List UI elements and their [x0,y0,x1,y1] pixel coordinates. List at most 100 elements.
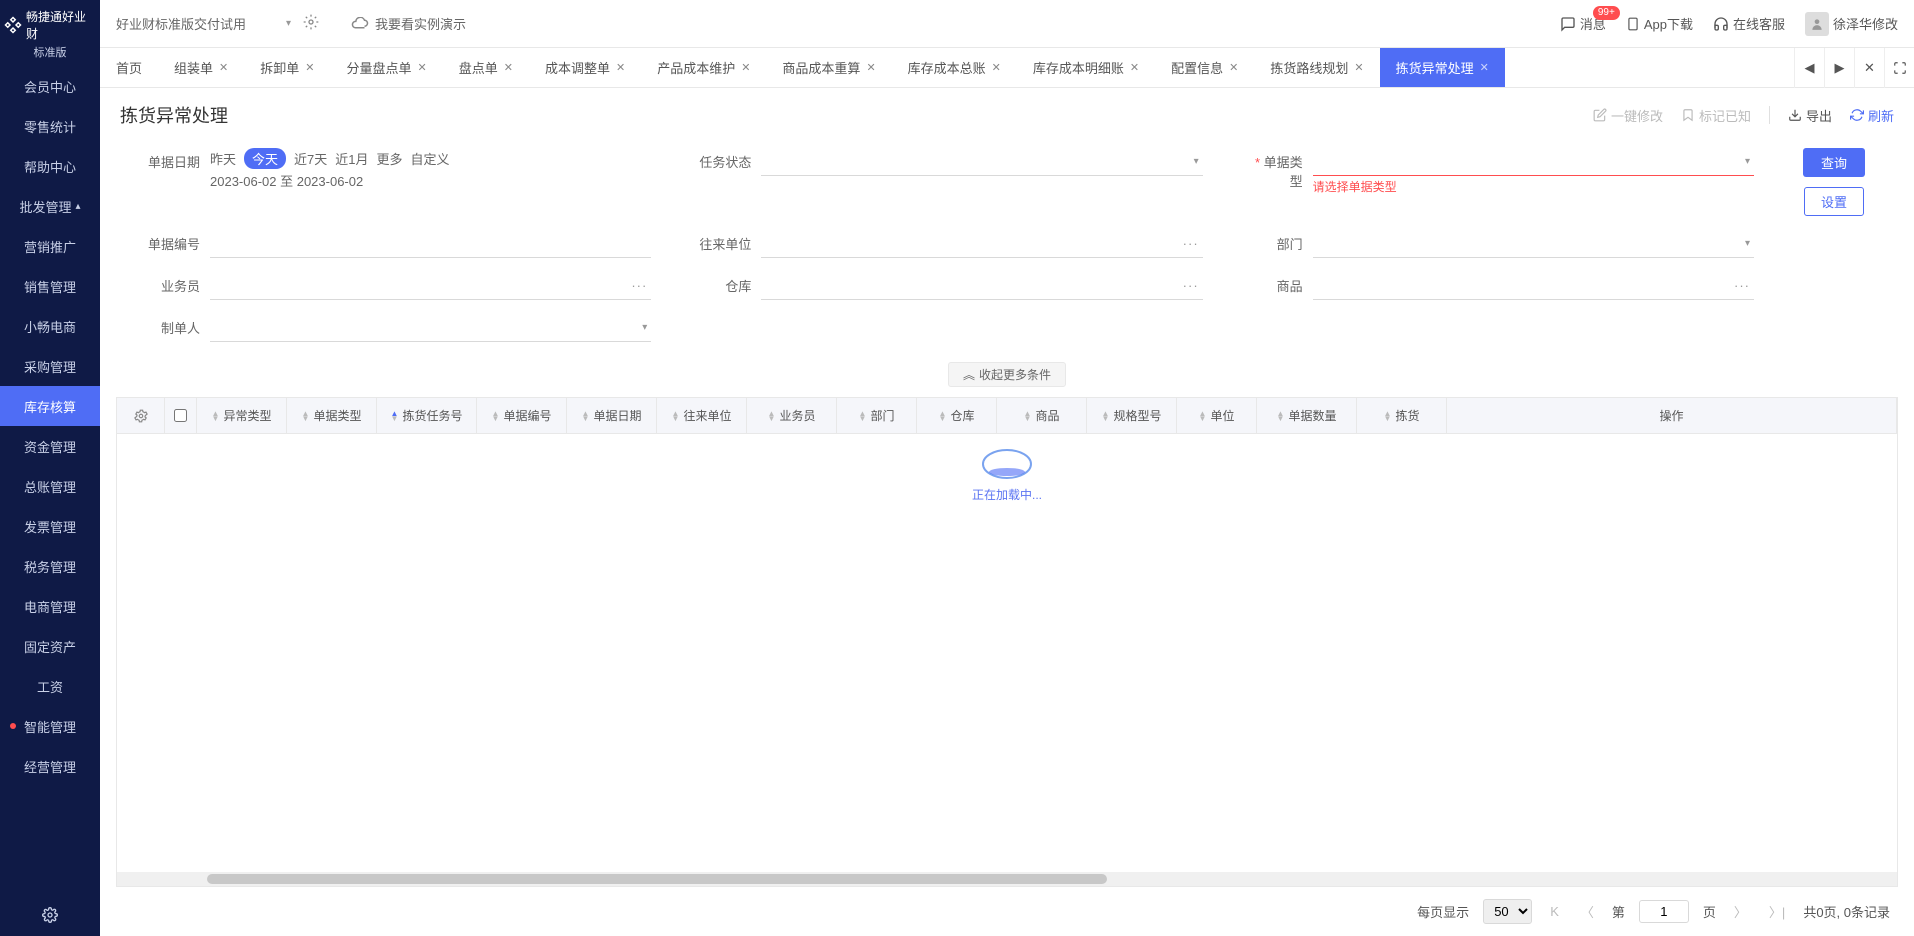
date-opt-3[interactable]: 近1月 [335,149,368,168]
settings-icon[interactable] [303,14,319,33]
select-all-checkbox[interactable] [174,409,187,422]
sidebar-item-8[interactable]: 库存核算 [0,386,100,426]
col-2[interactable]: ▲▼拣货任务号 [377,398,477,433]
sidebar-item-0[interactable]: 会员中心 [0,66,100,106]
page-prev[interactable]: 〈 [1577,902,1598,921]
page-input[interactable] [1639,900,1689,923]
task-status-select[interactable]: ▾ [761,148,1202,176]
refresh-button[interactable]: 刷新 [1850,106,1894,125]
doc-type-select[interactable]: ▾ [1313,148,1754,176]
col-5[interactable]: ▲▼往来单位 [657,398,747,433]
date-opt-5[interactable]: 自定义 [411,149,450,168]
close-icon[interactable]: ✕ [1354,61,1363,74]
sidebar-item-16[interactable]: 智能管理 [0,706,100,746]
sidebar-item-10[interactable]: 总账管理 [0,466,100,506]
sidebar-item-6[interactable]: 小畅电商 [0,306,100,346]
close-icon[interactable]: ✕ [504,61,513,74]
col-11[interactable]: ▲▼单位 [1177,398,1257,433]
creator-select[interactable]: ▾ [210,314,651,342]
close-icon[interactable]: ✕ [992,61,1001,74]
salesman-select[interactable]: ··· [210,272,651,300]
sidebar-item-14[interactable]: 固定资产 [0,626,100,666]
doc-no-input[interactable] [210,230,651,258]
tab-2[interactable]: 拆卸单✕ [244,48,330,87]
col-10[interactable]: ▲▼规格型号 [1087,398,1177,433]
sidebar-item-7[interactable]: 采购管理 [0,346,100,386]
warehouse-select[interactable]: ··· [761,272,1202,300]
tabs-close-all[interactable]: ✕ [1854,48,1884,88]
page-next[interactable]: 〉 [1730,902,1751,921]
page-first[interactable]: K [1546,904,1563,919]
col-0[interactable]: ▲▼异常类型 [197,398,287,433]
sidebar-item-13[interactable]: 电商管理 [0,586,100,626]
close-icon[interactable]: ✕ [866,61,875,74]
date-opt-1[interactable]: 今天 [244,148,286,169]
col-13[interactable]: ▲▼拣货 [1357,398,1447,433]
sidebar-item-2[interactable]: 帮助中心 [0,146,100,186]
demo-link[interactable]: 我要看实例演示 [351,14,466,33]
sidebar-item-1[interactable]: 零售统计 [0,106,100,146]
product-selector[interactable]: 好业财标准版交付试用 ▾ [116,14,291,33]
export-button[interactable]: 导出 [1788,106,1832,125]
app-download[interactable]: App下载 [1626,14,1693,33]
tab-4[interactable]: 盘点单✕ [443,48,529,87]
user-menu[interactable]: 徐泽华修改 [1805,12,1898,36]
col-8[interactable]: ▲▼仓库 [917,398,997,433]
col-3[interactable]: ▲▼单据编号 [477,398,567,433]
mark-known-button[interactable]: 标记已知 [1681,106,1751,125]
sidebar-item-12[interactable]: 税务管理 [0,546,100,586]
tab-8[interactable]: 库存成本总账✕ [892,48,1017,87]
tabs-prev[interactable]: ◀ [1794,48,1824,88]
close-icon[interactable]: ✕ [305,61,314,74]
col-12[interactable]: ▲▼单据数量 [1257,398,1357,433]
sidebar-settings[interactable] [0,897,100,936]
sidebar-item-9[interactable]: 资金管理 [0,426,100,466]
tab-0[interactable]: 首页 [100,48,158,87]
col-1[interactable]: ▲▼单据类型 [287,398,377,433]
tab-10[interactable]: 配置信息✕ [1155,48,1254,87]
col-6[interactable]: ▲▼业务员 [747,398,837,433]
collapse-filters[interactable]: ︽ 收起更多条件 [948,362,1066,387]
tab-6[interactable]: 产品成本维护✕ [641,48,766,87]
per-page-select[interactable]: 50 [1483,899,1532,924]
tab-9[interactable]: 库存成本明细账✕ [1017,48,1155,87]
table-settings[interactable] [117,398,165,433]
tab-5[interactable]: 成本调整单✕ [529,48,641,87]
date-opt-2[interactable]: 近7天 [294,149,327,168]
tabs-next[interactable]: ▶ [1824,48,1854,88]
tab-7[interactable]: 商品成本重算✕ [766,48,891,87]
setting-button[interactable]: 设置 [1804,187,1864,216]
sidebar-item-15[interactable]: 工资 [0,666,100,706]
sidebar-item-5[interactable]: 销售管理 [0,266,100,306]
col-7[interactable]: ▲▼部门 [837,398,917,433]
page-last[interactable]: 〉| [1765,902,1789,921]
close-icon[interactable]: ✕ [1130,61,1139,74]
support[interactable]: 在线客服 [1713,14,1785,33]
sidebar-item-17[interactable]: 经营管理 [0,746,100,786]
sidebar-item-4[interactable]: 营销推广 [0,226,100,266]
date-opt-4[interactable]: 更多 [377,149,403,168]
close-icon[interactable]: ✕ [1480,61,1489,74]
dept-select[interactable]: ▾ [1313,230,1754,258]
close-icon[interactable]: ✕ [1229,61,1238,74]
close-icon[interactable]: ✕ [219,61,228,74]
sidebar-item-3[interactable]: 批发管理▴ [0,186,100,226]
tab-1[interactable]: 组装单✕ [158,48,244,87]
date-opt-0[interactable]: 昨天 [210,149,236,168]
col-9[interactable]: ▲▼商品 [997,398,1087,433]
messages[interactable]: 消息 99+ [1560,14,1606,33]
tab-12[interactable]: 拣货异常处理✕ [1380,48,1505,87]
partner-select[interactable]: ··· [761,230,1202,258]
col-4[interactable]: ▲▼单据日期 [567,398,657,433]
close-icon[interactable]: ✕ [741,61,750,74]
product-select[interactable]: ··· [1313,272,1754,300]
tab-3[interactable]: 分量盘点单✕ [330,48,442,87]
select-all[interactable] [165,398,197,433]
close-icon[interactable]: ✕ [616,61,625,74]
batch-edit-button[interactable]: 一键修改 [1593,106,1663,125]
tab-11[interactable]: 拣货路线规划✕ [1254,48,1379,87]
close-icon[interactable]: ✕ [418,61,427,74]
tabs-fullscreen[interactable] [1884,48,1914,88]
query-button[interactable]: 查询 [1803,148,1865,177]
sidebar-item-11[interactable]: 发票管理 [0,506,100,546]
